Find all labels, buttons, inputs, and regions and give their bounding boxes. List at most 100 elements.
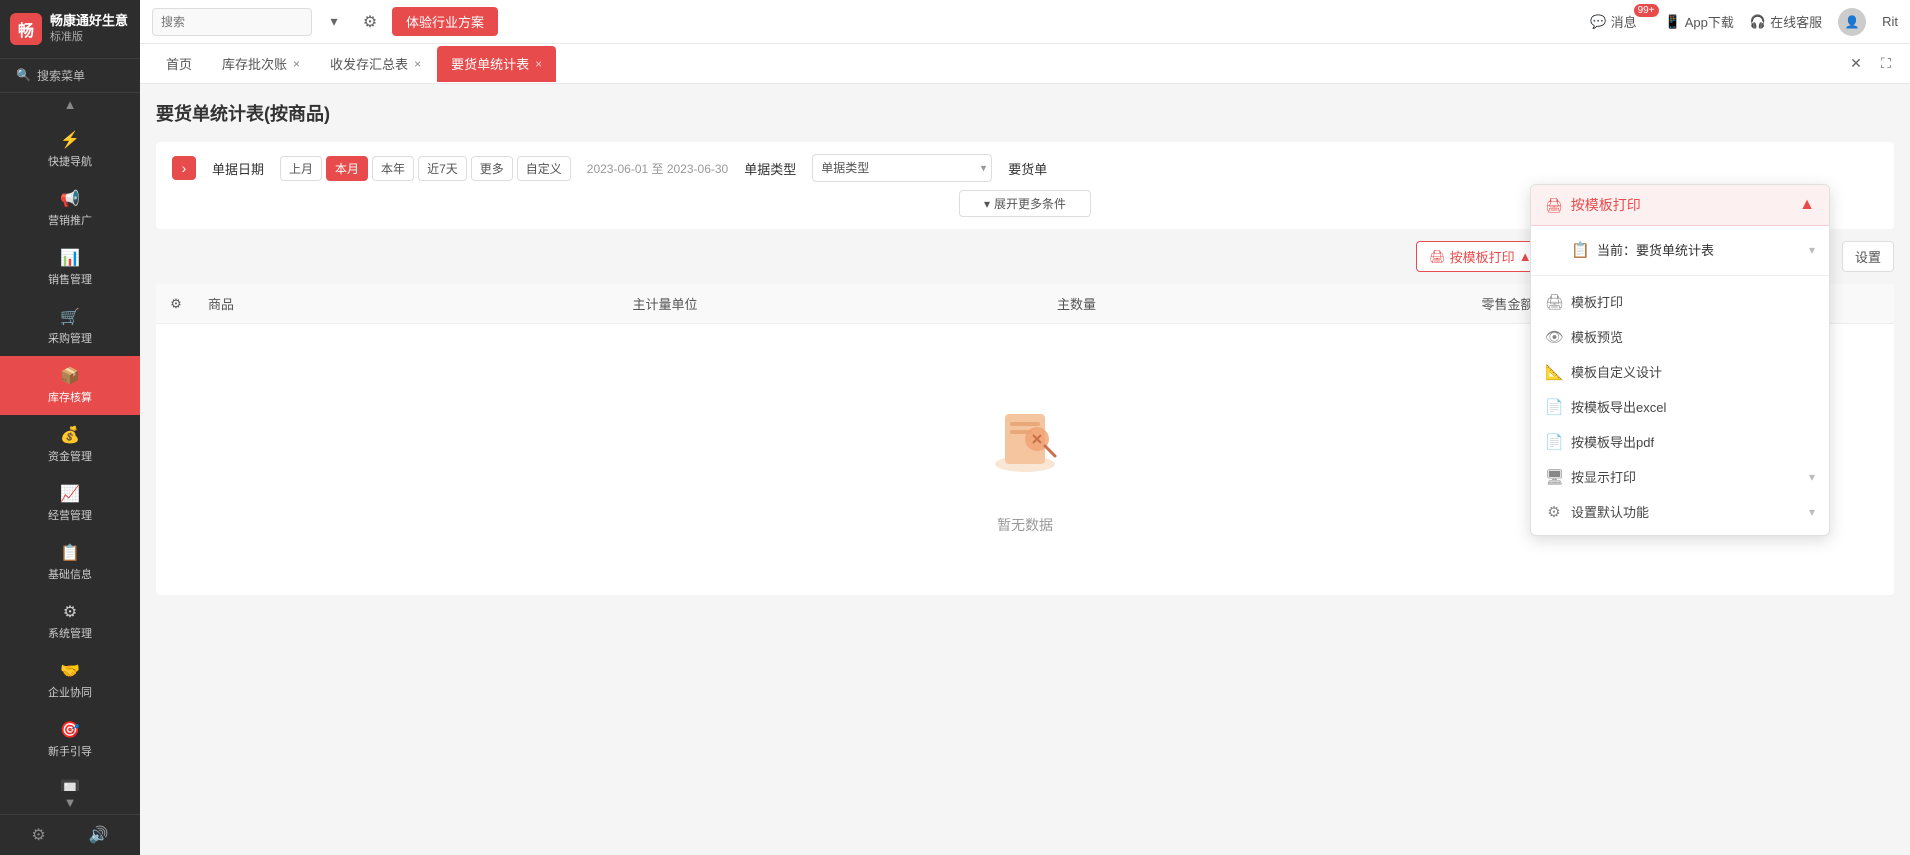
message-icon: 💬	[1590, 14, 1606, 30]
search-icon: 🔍	[16, 68, 31, 82]
dropdown-item-template-export-pdf[interactable]: 📄 按模板导出pdf	[1531, 424, 1829, 459]
online-service-label: 在线客服	[1770, 12, 1822, 31]
sidebar-search[interactable]: 🔍 搜索菜单	[0, 59, 140, 93]
tab-order-stats[interactable]: 要货单统计表×	[437, 46, 556, 82]
empty-illustration	[975, 384, 1075, 503]
dropdown-item-template-design[interactable]: 📐 模板自定义设计	[1531, 354, 1829, 389]
tab-label-home: 首页	[166, 54, 192, 73]
marketing-label: 营销推广	[48, 212, 92, 228]
message-label: 消息	[1611, 12, 1637, 31]
dropdown-section-current: 📋 当前：要货单统计表 ▾	[1531, 226, 1829, 273]
finance-icon: 💰	[60, 425, 80, 445]
expand-label: 展开更多条件	[994, 195, 1066, 212]
sidebar-item-inventory[interactable]: 📦 库存核算	[0, 356, 140, 415]
system-label: 系统管理	[48, 625, 92, 641]
online-service-btn[interactable]: 🎧 在线客服	[1750, 12, 1822, 31]
display-print-icon: 🖥	[1545, 468, 1563, 486]
dropdown-item-display-print[interactable]: 🖥 按显示打印 ▾	[1531, 459, 1829, 494]
template-preview-icon: 👁	[1545, 328, 1563, 346]
dropdown-item-template-print[interactable]: 🖨 模板打印	[1531, 284, 1829, 319]
table-col-product: 商品	[196, 294, 621, 313]
date-range-display: 2023-06-01 至 2023-06-30	[587, 160, 728, 177]
date-btn-more[interactable]: 更多	[471, 156, 513, 181]
table-col-settings[interactable]: ⚙	[156, 296, 196, 312]
date-btn-last-month[interactable]: 上月	[280, 156, 322, 181]
template-export-excel-icon: 📄	[1545, 398, 1563, 416]
display-print-label: 按显示打印	[1571, 467, 1636, 486]
sidebar-item-marketing[interactable]: 📢 营销推广	[0, 179, 140, 238]
date-btn-custom[interactable]: 自定义	[517, 156, 571, 181]
sidebar-item-basic[interactable]: 📋 基础信息	[0, 533, 140, 592]
message-btn[interactable]: 💬 消息 99+	[1590, 12, 1648, 31]
logo-text: 畅康通好生意 标准版	[50, 12, 128, 46]
date-btn-last-7-days[interactable]: 近7天	[418, 156, 467, 181]
dropdown-divider-1	[1531, 275, 1829, 276]
settings-btn[interactable]: 设置	[1842, 241, 1894, 272]
sidebar-item-operations[interactable]: 📈 经营管理	[0, 474, 140, 533]
sidebar-scroll-down[interactable]: ▼	[0, 791, 140, 814]
sidebar-item-app-center[interactable]: 🔲 应用中心	[0, 769, 140, 791]
sidebar-item-quick-nav[interactable]: ⚡ 快捷导航	[0, 120, 140, 179]
sidebar-item-enterprise[interactable]: 🤝 企业协同	[0, 651, 140, 710]
goods-filter-label: 要货单	[1008, 159, 1047, 178]
date-btn-this-year[interactable]: 本年	[372, 156, 414, 181]
template-export-pdf-icon: 📄	[1545, 433, 1563, 451]
table-col-unit: 主计量单位	[621, 294, 1046, 313]
trial-btn[interactable]: 体验行业方案	[392, 7, 498, 36]
tab-home[interactable]: 首页	[152, 46, 206, 82]
sidebar-item-newbie[interactable]: 🎯 新手引导	[0, 710, 140, 769]
purchase-icon: 🛒	[60, 307, 80, 327]
username-label[interactable]: Rit	[1882, 14, 1898, 29]
dropdown-current-item[interactable]: 📋 当前：要货单统计表 ▾	[1531, 232, 1829, 267]
expand-more-btn[interactable]: ▾ 展开更多条件	[959, 190, 1091, 217]
purchase-label: 采购管理	[48, 330, 92, 346]
dropdown-current-left: 📋 当前：要货单统计表	[1571, 240, 1714, 259]
topbar-search-input[interactable]	[152, 8, 312, 36]
sidebar-item-purchase[interactable]: 🛒 采购管理	[0, 297, 140, 356]
logo-icon: 畅	[10, 13, 42, 45]
display-print-arrow: ▾	[1809, 470, 1815, 484]
dropdown-item-template-preview[interactable]: 👁 模板预览	[1531, 319, 1829, 354]
dropdown-item-set-default[interactable]: ⚙ 设置默认功能 ▾	[1531, 494, 1829, 529]
operations-icon: 📈	[60, 484, 80, 504]
date-btn-this-month[interactable]: 本月	[326, 156, 368, 181]
filter-toggle-btn[interactable]: ›	[172, 156, 196, 180]
avatar-icon: 👤	[1845, 15, 1860, 29]
user-avatar[interactable]: 👤	[1838, 8, 1866, 36]
tab-close-inventory-batch[interactable]: ×	[293, 57, 300, 71]
tab-receipt-summary[interactable]: 收发存汇总表×	[316, 46, 435, 82]
tab-maximize-btn[interactable]: ⛶	[1874, 52, 1898, 76]
print-btn[interactable]: 🖨 按模板打印 ▲	[1416, 241, 1544, 272]
tab-close-receipt-summary[interactable]: ×	[414, 57, 421, 71]
tab-inventory-batch[interactable]: 库存批次账×	[208, 46, 314, 82]
inventory-icon: 📦	[60, 366, 80, 386]
app-download-btn[interactable]: 📱 App下载	[1665, 12, 1734, 31]
enterprise-label: 企业协同	[48, 684, 92, 700]
settings-footer-icon[interactable]: ⚙	[31, 825, 45, 845]
app-subtitle: 标准版	[50, 30, 128, 45]
dropdown-close-btn[interactable]: ▲	[1799, 196, 1815, 214]
app-title: 畅康通好生意	[50, 12, 128, 30]
app-download-label: App下载	[1685, 12, 1734, 31]
topbar: ▾ ⚙ 体验行业方案 💬 消息 99+ 📱 App下载 🎧 在线客服 👤 Rit	[140, 0, 1910, 44]
tab-close-window-btn[interactable]: ✕	[1844, 52, 1868, 76]
type-select[interactable]: 单据类型	[812, 154, 992, 182]
sound-footer-icon[interactable]: 🔊	[89, 825, 109, 845]
tabs-right: ✕ ⛶	[1844, 52, 1898, 76]
topbar-dropdown-btn[interactable]: ▾	[320, 8, 348, 36]
dropdown-title: 🖨 按模板打印	[1545, 195, 1641, 215]
date-buttons-group: 上月本月本年近7天更多自定义	[280, 156, 571, 181]
sidebar-item-finance[interactable]: 💰 资金管理	[0, 415, 140, 474]
sidebar-item-system[interactable]: ⚙ 系统管理	[0, 592, 140, 651]
template-print-icon: 🖨	[1545, 293, 1563, 311]
dropdown-item-template-export-excel[interactable]: 📄 按模板导出excel	[1531, 389, 1829, 424]
topbar-gear-btn[interactable]: ⚙	[356, 8, 384, 36]
sidebar-search-label: 搜索菜单	[37, 67, 85, 84]
tab-close-order-stats[interactable]: ×	[535, 57, 542, 71]
sidebar-scroll-up[interactable]: ▲	[0, 93, 140, 116]
dropdown-header: 🖨 按模板打印 ▲	[1531, 185, 1829, 226]
sidebar-item-sales[interactable]: 📊 销售管理	[0, 238, 140, 297]
basic-icon: 📋	[60, 543, 80, 563]
expand-icon: ▾	[984, 197, 990, 211]
set-default-label: 设置默认功能	[1571, 502, 1649, 521]
